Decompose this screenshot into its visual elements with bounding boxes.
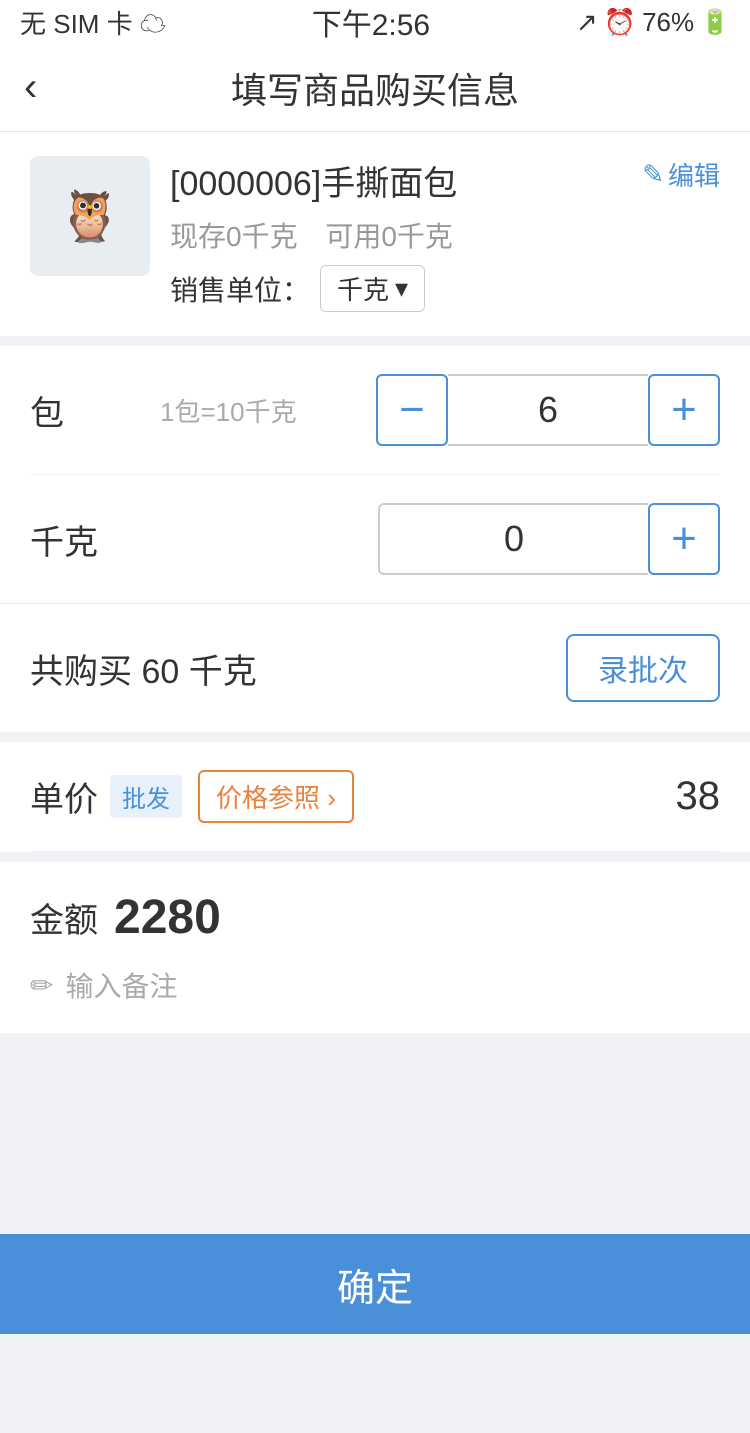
product-stock: 现存0千克 可用0千克 <box>170 215 720 255</box>
product-name: [0000006]手撕面包 <box>170 156 457 205</box>
unit-label: 销售单位： <box>170 269 310 309</box>
sim-label: 无 SIM 卡 ☁ <box>20 4 166 41</box>
kg-increment-button[interactable]: + <box>648 503 720 575</box>
package-label: 包 <box>30 386 150 435</box>
note-label: 输入备注 <box>65 965 177 1005</box>
edit-button[interactable]: ✎ 编辑 <box>642 156 720 193</box>
package-increment-button[interactable]: + <box>648 374 720 446</box>
dropdown-icon: ▾ <box>395 273 408 304</box>
package-decrement-button[interactable]: − <box>376 374 448 446</box>
quantity-section: 包 1包=10千克 − + 千克 + <box>0 346 750 604</box>
spacer <box>0 1033 750 1433</box>
alarm-icon: ⏰ <box>604 7 636 38</box>
amount-row: 金额 2280 <box>30 890 720 945</box>
price-value: 38 <box>676 774 721 819</box>
location-icon: ↗ <box>576 7 598 38</box>
stock-label: 现存0千克 <box>170 221 298 252</box>
kg-label: 千克 <box>30 515 150 564</box>
status-right: ↗ ⏰ 76% 🔋 <box>576 7 730 38</box>
package-hint: 1包=10千克 <box>160 392 297 429</box>
product-info: [0000006]手撕面包 ✎ 编辑 现存0千克 可用0千克 销售单位： 千克 … <box>170 156 720 312</box>
unit-selector[interactable]: 千克 ▾ <box>320 265 425 312</box>
page-title: 填写商品购买信息 <box>231 62 519 114</box>
amount-label: 金额 <box>30 893 98 942</box>
kg-controls: + <box>378 503 720 575</box>
product-logo: 🦉 <box>59 187 121 246</box>
package-quantity-input[interactable] <box>448 374 648 446</box>
price-row: 单价 批发 价格参照 › 38 <box>30 770 720 852</box>
summary-row: 共购买 60 千克 录批次 <box>0 604 750 742</box>
edit-label: 编辑 <box>668 156 720 193</box>
edit-icon: ✎ <box>642 159 664 190</box>
note-row[interactable]: ✏ 输入备注 <box>30 965 720 1005</box>
price-section: 单价 批发 价格参照 › 38 <box>0 742 750 862</box>
kg-row: 千克 + <box>30 475 720 603</box>
amount-section: 金额 2280 ✏ 输入备注 <box>0 862 750 1033</box>
summary-text: 共购买 60 千克 <box>30 644 257 693</box>
price-ref-button[interactable]: 价格参照 › <box>198 770 354 823</box>
product-card: 🦉 [0000006]手撕面包 ✎ 编辑 现存0千克 可用0千克 销售单位： 千… <box>0 132 750 346</box>
pencil-icon: ✏ <box>30 969 53 1002</box>
available-label: 可用0千克 <box>325 221 453 252</box>
status-left: 无 SIM 卡 ☁ <box>20 4 166 41</box>
price-tag: 批发 <box>110 775 182 818</box>
batch-button[interactable]: 录批次 <box>566 634 720 702</box>
back-button[interactable]: ‹ <box>24 65 37 110</box>
product-image: 🦉 <box>30 156 150 276</box>
price-label: 单价 <box>30 772 98 821</box>
product-unit-row: 销售单位： 千克 ▾ <box>170 265 720 312</box>
status-time: 下午2:56 <box>312 0 430 44</box>
unit-value: 千克 <box>337 270 389 307</box>
package-row: 包 1包=10千克 − + <box>30 346 720 475</box>
status-bar: 无 SIM 卡 ☁ 下午2:56 ↗ ⏰ 76% 🔋 <box>0 0 750 44</box>
package-controls: − + <box>376 374 720 446</box>
battery-label: 76% <box>642 7 694 38</box>
nav-bar: ‹ 填写商品购买信息 <box>0 44 750 132</box>
amount-value: 2280 <box>114 890 221 945</box>
confirm-button[interactable]: 确定 <box>0 1234 750 1334</box>
kg-quantity-input[interactable] <box>378 503 648 575</box>
battery-icon: 🔋 <box>700 8 730 37</box>
